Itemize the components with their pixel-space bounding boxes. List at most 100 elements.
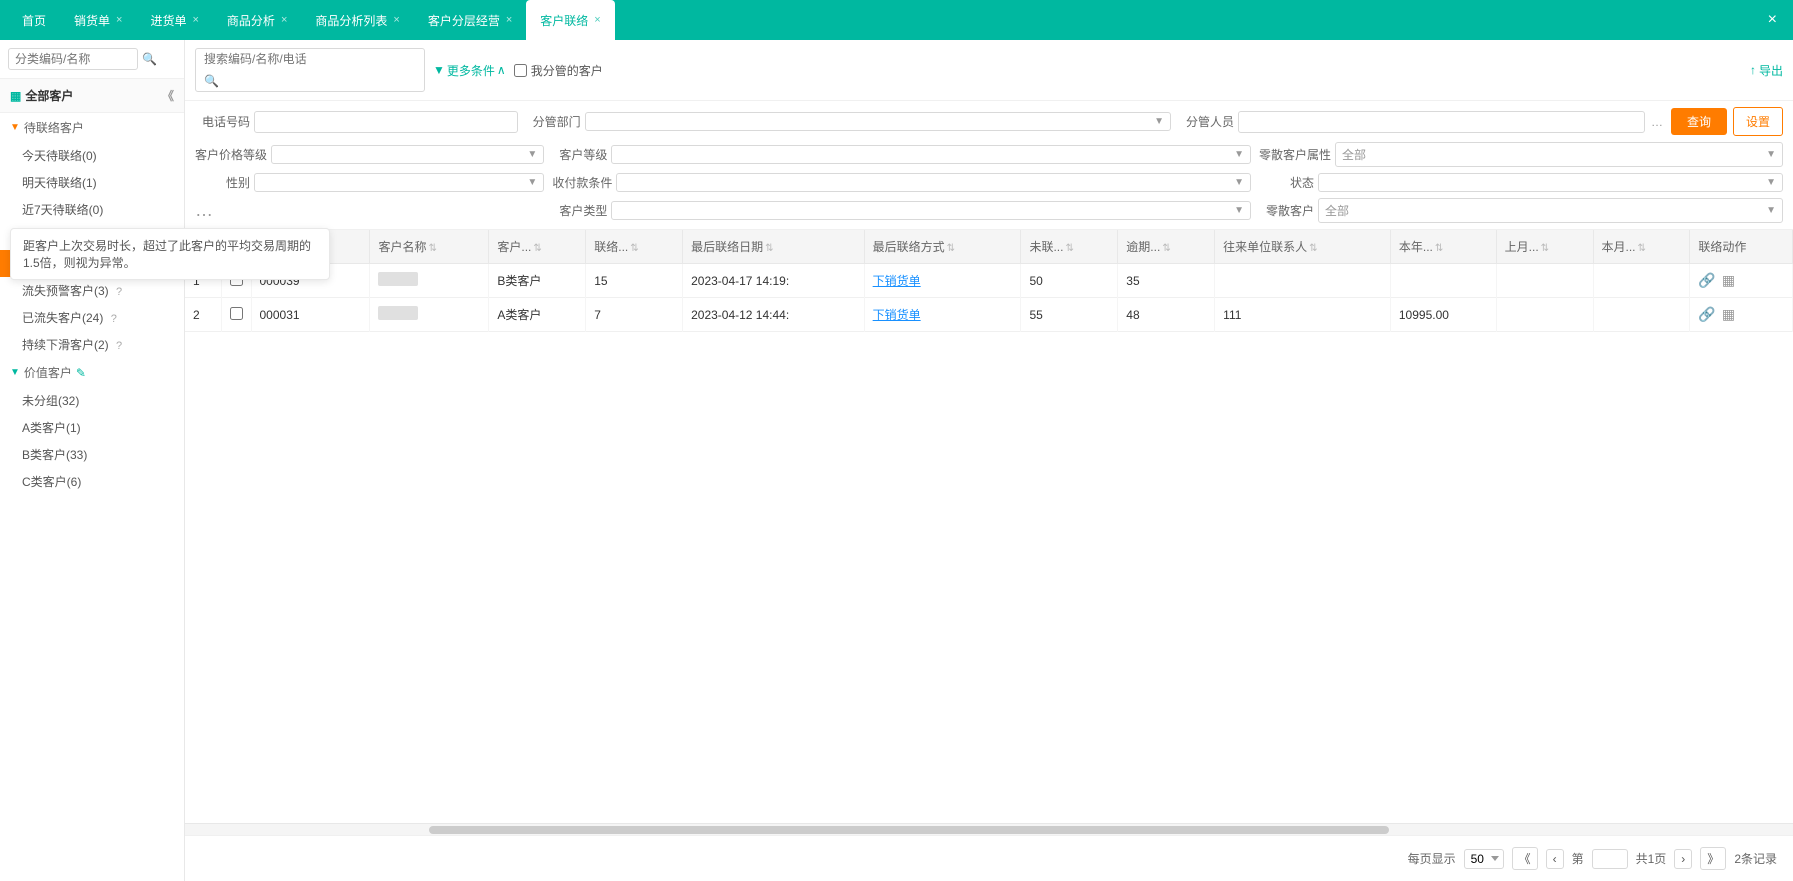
close-product-analysis-list-icon[interactable]: × [393, 14, 399, 26]
sidebar-search-input[interactable] [8, 48, 138, 70]
td-method-1[interactable]: 下销货单 [864, 264, 1021, 298]
sidebar-item-today[interactable]: 今天待联络(0) [0, 142, 184, 169]
th-this-year[interactable]: 本年...⇅ [1390, 230, 1496, 264]
th-last-month[interactable]: 上月...⇅ [1496, 230, 1593, 264]
payment-field: 收付款条件 ▼ [552, 173, 1251, 192]
table-row: 1 000039 B类客户 15 2023-04-17 14:19: 下销货单 … [185, 264, 1793, 298]
last-month-sort-icon: ⇅ [1541, 243, 1549, 254]
window-close-button[interactable]: × [1760, 11, 1785, 29]
declining-help-icon[interactable]: ? [116, 340, 122, 352]
next-page-button[interactable]: › [1674, 849, 1692, 869]
main-search-input[interactable] [204, 52, 394, 66]
query-button[interactable]: 查询 [1671, 108, 1727, 135]
sidebar-item-class-b[interactable]: B类客户(33) [0, 441, 184, 468]
export-button[interactable]: ↑ 导出 [1750, 62, 1783, 79]
sidebar-item-class-c[interactable]: C类客户(6) [0, 468, 184, 495]
status-dropdown[interactable]: ▼ [1318, 173, 1783, 192]
close-product-analysis-icon[interactable]: × [281, 14, 287, 26]
td-code-2: 000031 [251, 298, 370, 332]
td-check-2[interactable] [221, 298, 251, 332]
th-overdue[interactable]: 逾期...⇅ [1118, 230, 1215, 264]
adv-filter-row-2: 客户价格等级 ▼ 客户等级 ▼ 零散客户属性 全部 [195, 142, 1783, 167]
sidebar-all-customers[interactable]: ▦ 全部客户 《 [0, 79, 184, 113]
sidebar-item-declining[interactable]: 持续下滑客户(2) ? [0, 331, 184, 358]
th-uncontacted[interactable]: 未联...⇅ [1021, 230, 1118, 264]
value-group-edit-icon[interactable]: ✎ [76, 366, 86, 380]
row-1-grid-icon[interactable]: ▦ [1722, 272, 1735, 289]
more-conditions-button[interactable]: ▼ 更多条件 ∧ [433, 62, 506, 79]
nav-product-analysis-list[interactable]: 商品分析列表 × [301, 0, 413, 40]
td-this-year-1 [1390, 264, 1496, 298]
price-level-field: 客户价格等级 ▼ [195, 145, 544, 164]
gender-field: 性别 ▼ [195, 173, 544, 192]
my-customers-check-input[interactable] [514, 64, 527, 77]
last-page-button[interactable]: 》 [1700, 847, 1726, 870]
setting-button[interactable]: 设置 [1733, 107, 1783, 136]
first-page-button[interactable]: 《 [1512, 847, 1538, 870]
gender-dropdown[interactable]: ▼ [254, 173, 544, 192]
churned-help-icon[interactable]: ? [111, 313, 117, 325]
th-last-contact-method[interactable]: 最后联络方式⇅ [864, 230, 1021, 264]
my-customers-checkbox[interactable]: 我分管的客户 [514, 62, 603, 79]
sidebar-collapse-icon[interactable]: 《 [162, 87, 174, 104]
customer-type-dropdown[interactable]: ▼ [611, 201, 1251, 220]
more-filter-dots[interactable]: … [195, 200, 213, 221]
top-nav: 首页 销货单 × 进货单 × 商品分析 × 商品分析列表 × 客户分层经营 × … [0, 0, 1793, 40]
sidebar-group-value[interactable]: ▼ 价值客户 ✎ [0, 358, 184, 387]
retail-customer-dropdown[interactable]: 全部 ▼ [1318, 198, 1783, 223]
close-sales-order-icon[interactable]: × [116, 14, 122, 26]
retail-attr-dropdown[interactable]: 全部 ▼ [1335, 142, 1783, 167]
main-search-icon[interactable]: 🔍 [204, 74, 219, 88]
overdue-sort-icon: ⇅ [1162, 243, 1170, 254]
sidebar-item-unclassified[interactable]: 未分组(32) [0, 387, 184, 414]
sidebar-search-area: 🔍 [0, 40, 184, 79]
nav-customer-segment[interactable]: 客户分层经营 × [414, 0, 526, 40]
department-field: 分管部门 ▼ [526, 112, 1171, 131]
close-customer-segment-icon[interactable]: × [506, 14, 512, 26]
th-name[interactable]: 客户名称⇅ [370, 230, 489, 264]
th-last-contact-date[interactable]: 最后联络日期⇅ [683, 230, 865, 264]
th-customer-class[interactable]: 客户...⇅ [489, 230, 586, 264]
row-1-link-icon[interactable]: 🔗 [1698, 272, 1715, 289]
department-dropdown[interactable]: ▼ [585, 112, 1171, 131]
name-1-blur [378, 272, 418, 286]
manager-more-icon[interactable]: … [1651, 115, 1663, 129]
th-contact-count[interactable]: 联络...⇅ [586, 230, 683, 264]
row-2-checkbox[interactable] [230, 307, 243, 320]
page-size-select[interactable]: 50 [1464, 849, 1504, 869]
gender-label: 性别 [195, 174, 250, 191]
manager-input[interactable] [1238, 111, 1645, 133]
td-this-month-1 [1593, 264, 1690, 298]
page-number-input[interactable]: 1 [1592, 849, 1628, 869]
sidebar-item-class-a[interactable]: A类客户(1) [0, 414, 184, 441]
customer-level-dropdown[interactable]: ▼ [611, 145, 1251, 164]
prev-page-button[interactable]: ‹ [1546, 849, 1564, 869]
nav-sales-order[interactable]: 销货单 × [60, 0, 136, 40]
th-this-month[interactable]: 本月...⇅ [1593, 230, 1690, 264]
th-contacts[interactable]: 往来单位联系人⇅ [1215, 230, 1391, 264]
sidebar-group-pending[interactable]: ▼ 待联络客户 [0, 113, 184, 142]
close-purchase-order-icon[interactable]: × [192, 14, 198, 26]
close-customer-contact-icon[interactable]: × [594, 14, 600, 26]
data-table: ⚙ 客户编码⇅ 客户名称⇅ 客户...⇅ 联络...⇅ 最后联络日期⇅ 最后联络… [185, 230, 1793, 332]
price-level-dropdown[interactable]: ▼ [271, 145, 544, 164]
row-2-grid-icon[interactable]: ▦ [1722, 306, 1735, 323]
sidebar-item-churn-warning[interactable]: 流失预警客户(3) ? [0, 277, 184, 304]
class-sort-icon: ⇅ [533, 243, 541, 254]
payment-dropdown[interactable]: ▼ [616, 173, 1251, 192]
row-2-link-icon[interactable]: 🔗 [1698, 306, 1715, 323]
churn-warning-help-icon[interactable]: ? [116, 286, 122, 298]
sidebar-item-churned[interactable]: 已流失客户(24) ? [0, 304, 184, 331]
nav-customer-contact[interactable]: 客户联络 × [526, 0, 614, 40]
customers-icon: ▦ [10, 89, 21, 103]
sidebar-search-icon[interactable]: 🔍 [142, 52, 157, 66]
td-method-2[interactable]: 下销货单 [864, 298, 1021, 332]
nav-product-analysis[interactable]: 商品分析 × [213, 0, 301, 40]
nav-purchase-order[interactable]: 进货单 × [136, 0, 212, 40]
sidebar-item-tomorrow[interactable]: 明天待联络(1) [0, 169, 184, 196]
scrollbar-thumb[interactable] [429, 826, 1389, 834]
sidebar-item-7days[interactable]: 近7天待联络(0) [0, 196, 184, 223]
nav-home[interactable]: 首页 [8, 0, 60, 40]
horizontal-scrollbar[interactable] [185, 823, 1793, 835]
phone-input[interactable] [254, 111, 518, 133]
